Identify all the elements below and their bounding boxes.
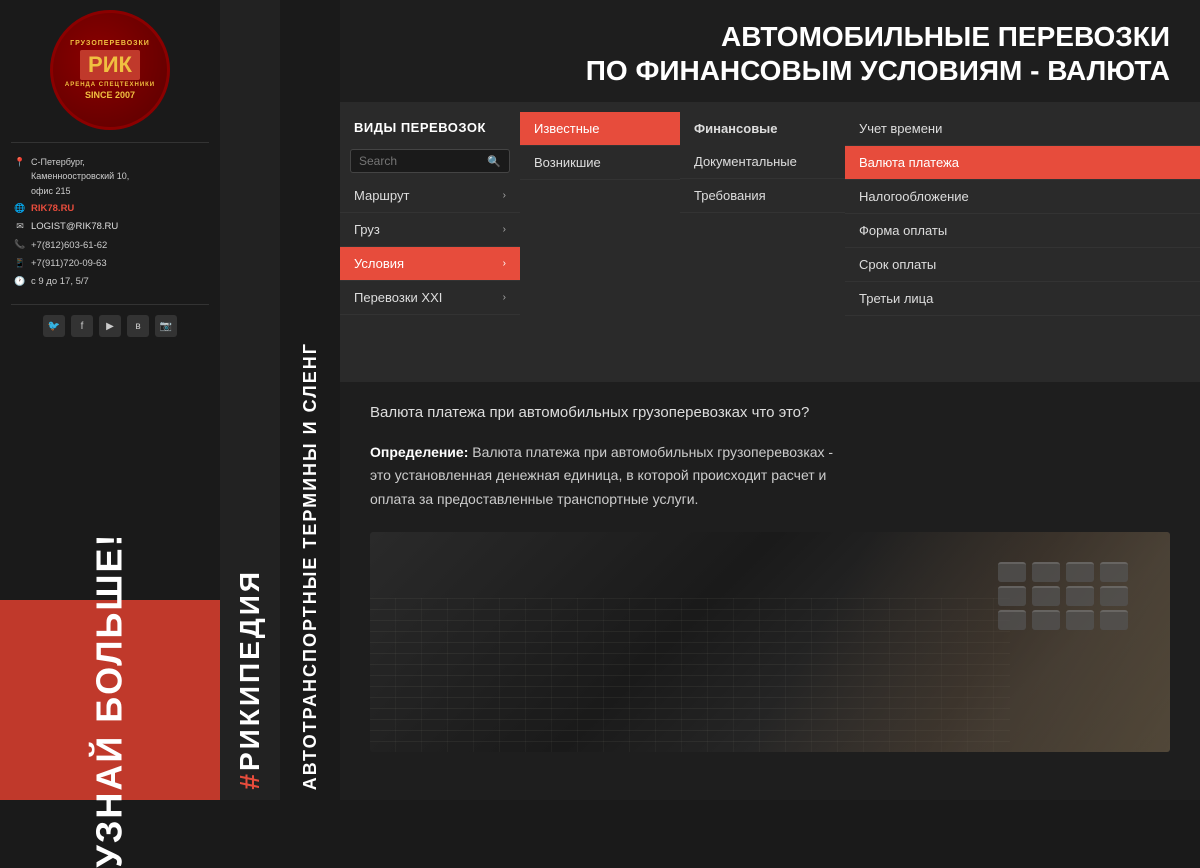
location-icon: 📍 xyxy=(14,156,26,168)
logo: ГРУЗОПЕРЕВОЗКИ РИК АРЕНДА СПЕЦТЕХНИКИ SI… xyxy=(50,10,170,130)
email-link[interactable]: LOGIST@RIK78.RU xyxy=(31,219,118,234)
uznai-banner: УЗНАЙ БОЛЬШЕ! xyxy=(0,600,220,800)
uznai-text: УЗНАЙ БОЛЬШЕ! xyxy=(89,532,131,867)
nav-trebovaniya[interactable]: Требования xyxy=(680,179,845,213)
address-text: С-Петербург, Каменноостровский 10, офис … xyxy=(31,155,129,198)
divider xyxy=(11,142,209,143)
vk-icon[interactable]: в xyxy=(127,315,149,337)
main-header: АВТОМОБИЛЬНЫЕ ПЕРЕВОЗКИ ПО ФИНАНСОВЫМ УС… xyxy=(340,0,1200,102)
logo-top-text: ГРУЗОПЕРЕВОЗКИ xyxy=(70,40,150,48)
avto-text: АВТОТРАНСПОРТНЫЕ ТЕРМИНЫ И СЛЕНГ xyxy=(300,342,321,790)
key6 xyxy=(1032,586,1060,606)
arrow-icon: › xyxy=(503,224,506,235)
website-link[interactable]: RIK78.RU xyxy=(31,201,74,216)
whatsapp-icon: 📱 xyxy=(14,257,26,269)
nav-financial-title[interactable]: Финансовые xyxy=(680,112,845,145)
arrow-icon: › xyxy=(503,190,506,201)
hash-symbol: # xyxy=(234,771,265,790)
website-row[interactable]: 🌐 RIK78.RU xyxy=(14,201,206,216)
phone1-text[interactable]: +7(812)603-61-62 xyxy=(31,238,107,253)
logo-rik: РИК xyxy=(80,50,140,80)
search-icon: 🔍 xyxy=(487,155,501,168)
key12 xyxy=(1100,610,1128,630)
arrow-icon: › xyxy=(503,292,506,303)
nav-forma-oplaty[interactable]: Форма оплаты xyxy=(845,214,1200,248)
nav-mid: Известные Возникшие xyxy=(520,102,680,382)
twitter-icon[interactable]: 🐦 xyxy=(43,315,65,337)
globe-icon: 🌐 xyxy=(14,202,26,214)
social-icons: 🐦 f ▶ в 📷 xyxy=(29,311,191,341)
calculator-keys xyxy=(998,562,1130,630)
key1 xyxy=(998,562,1026,582)
facebook-icon[interactable]: f xyxy=(71,315,93,337)
key10 xyxy=(1032,610,1060,630)
key2 xyxy=(1032,562,1060,582)
email-icon: ✉ xyxy=(14,220,26,232)
key5 xyxy=(998,586,1026,606)
nav-voznikshie[interactable]: Возникшие xyxy=(520,146,680,180)
nav-financial: Финансовые Документальные Требования xyxy=(680,102,845,382)
logo-since: SINCE 2007 xyxy=(85,90,135,100)
main-content: АВТОМОБИЛЬНЫЕ ПЕРЕВОЗКИ ПО ФИНАНСОВЫМ УС… xyxy=(340,0,1200,800)
nav-left: ВИДЫ ПЕРЕВОЗОК 🔍 Маршрут › Груз › Услови… xyxy=(340,102,520,382)
nav-left-title: ВИДЫ ПЕРЕВОЗОК xyxy=(340,112,520,143)
nav-srok-oplaty[interactable]: Срок оплаты xyxy=(845,248,1200,282)
key4 xyxy=(1100,562,1128,582)
nav-uchet-vremeni[interactable]: Учет времени xyxy=(845,112,1200,146)
nav-usloviya[interactable]: Условия › xyxy=(340,247,520,281)
nav-right: Учет времени Валюта платежа Налогообложе… xyxy=(845,102,1200,382)
phone2-row[interactable]: 📱 +7(911)720-09-63 xyxy=(14,256,206,271)
phone2-text[interactable]: +7(911)720-09-63 xyxy=(31,256,107,271)
phone1-row[interactable]: 📞 +7(812)603-61-62 xyxy=(14,238,206,253)
header-line1: АВТОМОБИЛЬНЫЕ ПЕРЕВОЗКИ xyxy=(360,20,1170,54)
divider2 xyxy=(11,304,209,305)
header-line2: ПО ФИНАНСОВЫМ УСЛОВИЯМ - ВАЛЮТА xyxy=(360,54,1170,88)
rikipedia-label: РИКИПЕДИЯ xyxy=(234,569,265,771)
nav-marshrut[interactable]: Маршрут › xyxy=(340,179,520,213)
nav-perevozki-xxi[interactable]: Перевозки XXI › xyxy=(340,281,520,315)
search-box[interactable]: 🔍 xyxy=(350,149,510,173)
nav-tretii-litsa[interactable]: Третьи лица xyxy=(845,282,1200,316)
email-row[interactable]: ✉ LOGIST@RIK78.RU xyxy=(14,219,206,234)
instagram-icon[interactable]: 📷 xyxy=(155,315,177,337)
logo-bottom-text: АРЕНДА СПЕЦТЕХНИКИ xyxy=(65,82,155,88)
content-definition: Определение: Валюта платежа при автомоби… xyxy=(370,441,1170,512)
sidebar-info: 📍 С-Петербург, Каменноостровский 10, офи… xyxy=(0,149,220,298)
content-question: Валюта платежа при автомобильных грузопе… xyxy=(370,402,1170,425)
key7 xyxy=(1066,586,1094,606)
avto-vertical: АВТОТРАНСПОРТНЫЕ ТЕРМИНЫ И СЛЕНГ xyxy=(280,0,340,800)
phone-icon: 📞 xyxy=(14,239,26,251)
content-image xyxy=(370,532,1170,752)
rikipedia-vertical: #РИКИПЕДИЯ xyxy=(220,0,280,800)
nav-nalogooblozhenie[interactable]: Налогообложение xyxy=(845,180,1200,214)
nav-valyuta-platezha[interactable]: Валюта платежа xyxy=(845,146,1200,180)
rikipedia-text: #РИКИПЕДИЯ xyxy=(234,569,266,790)
address-row: 📍 С-Петербург, Каменноостровский 10, офи… xyxy=(14,155,206,198)
navigation: ВИДЫ ПЕРЕВОЗОК 🔍 Маршрут › Груз › Услови… xyxy=(340,102,1200,382)
key3 xyxy=(1066,562,1094,582)
definition-label: Определение: xyxy=(370,444,468,460)
header-title: АВТОМОБИЛЬНЫЕ ПЕРЕВОЗКИ ПО ФИНАНСОВЫМ УС… xyxy=(360,20,1170,87)
nav-dokumentalnye[interactable]: Документальные xyxy=(680,145,845,179)
clock-icon: 🕐 xyxy=(14,275,26,287)
youtube-icon[interactable]: ▶ xyxy=(99,315,121,337)
arrow-icon: › xyxy=(503,258,506,269)
key11 xyxy=(1066,610,1094,630)
search-input[interactable] xyxy=(359,154,487,168)
nav-izvestnye[interactable]: Известные xyxy=(520,112,680,146)
nav-gruz[interactable]: Груз › xyxy=(340,213,520,247)
hours-text: с 9 до 17, 5/7 xyxy=(31,274,89,289)
hours-row: 🕐 с 9 до 17, 5/7 xyxy=(14,274,206,289)
key9 xyxy=(998,610,1026,630)
content-area: Валюта платежа при автомобильных грузопе… xyxy=(340,382,1200,772)
key8 xyxy=(1100,586,1128,606)
